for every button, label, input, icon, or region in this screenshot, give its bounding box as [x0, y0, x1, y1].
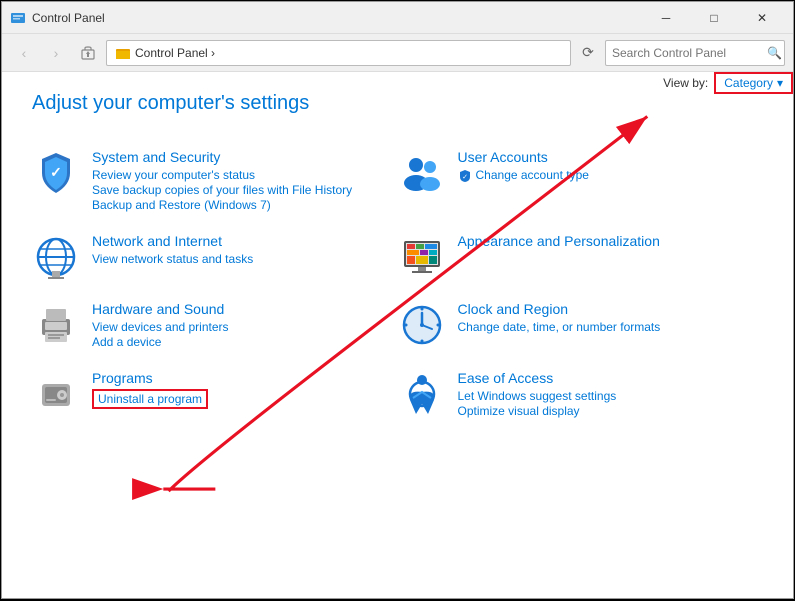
- category-hardware-sound: Hardware and Sound View devices and prin…: [32, 291, 398, 360]
- up-button[interactable]: [74, 39, 102, 67]
- programs-content: Programs Uninstall a program: [92, 370, 382, 410]
- category-network-internet: Network and Internet View network status…: [32, 223, 398, 291]
- programs-title[interactable]: Programs: [92, 370, 382, 386]
- appearance-content: Appearance and Personalization: [458, 233, 748, 252]
- change-account-type-link[interactable]: Change account type: [476, 168, 589, 182]
- view-by-dropdown[interactable]: Category ▾: [714, 72, 793, 94]
- review-computer-status-link[interactable]: Review your computer's status: [92, 168, 382, 182]
- network-content: Network and Internet View network status…: [92, 233, 382, 267]
- title-bar: Control Panel ─ □ ✕: [2, 2, 793, 34]
- programs-icon: [32, 370, 80, 418]
- main-content: View by: Category ▾ Adjust your computer…: [2, 72, 793, 598]
- search-box[interactable]: 🔍: [605, 40, 785, 66]
- category-user-accounts: User Accounts ✓ Change account type: [398, 139, 764, 223]
- search-icon[interactable]: 🔍: [767, 46, 782, 60]
- appearance-personalization-title[interactable]: Appearance and Personalization: [458, 233, 748, 249]
- hardware-sound-title[interactable]: Hardware and Sound: [92, 301, 382, 317]
- category-appearance: Appearance and Personalization: [398, 223, 764, 291]
- system-security-icon: ✓: [32, 149, 80, 197]
- search-input[interactable]: [612, 46, 767, 60]
- path-icon: [115, 45, 131, 61]
- svg-text:✓: ✓: [50, 164, 62, 180]
- clock-icon: [398, 301, 446, 349]
- path-text: Control Panel ›: [135, 46, 215, 60]
- ease-of-access-content: Ease of Access Let Windows suggest setti…: [458, 370, 748, 419]
- view-devices-link[interactable]: View devices and printers: [92, 320, 382, 334]
- let-windows-suggest-link[interactable]: Let Windows suggest settings: [458, 389, 748, 403]
- hardware-icon: [32, 301, 80, 349]
- close-button[interactable]: ✕: [739, 2, 785, 34]
- ease-of-access-title[interactable]: Ease of Access: [458, 370, 748, 386]
- main-window: Control Panel ─ □ ✕ ‹ ›: [1, 1, 794, 599]
- optimize-visual-display-link[interactable]: Optimize visual display: [458, 404, 748, 418]
- view-by-control: View by: Category ▾: [663, 72, 793, 94]
- svg-text:✓: ✓: [462, 174, 468, 181]
- category-ease-of-access: Ease of Access Let Windows suggest setti…: [398, 360, 764, 429]
- shield-small-icon: ✓: [458, 169, 472, 183]
- add-device-link[interactable]: Add a device: [92, 335, 382, 349]
- minimize-button[interactable]: ─: [643, 2, 689, 34]
- category-clock-region: Clock and Region Change date, time, or n…: [398, 291, 764, 360]
- view-network-status-link[interactable]: View network status and tasks: [92, 252, 382, 266]
- user-accounts-content: User Accounts ✓ Change account type: [458, 149, 748, 185]
- view-by-value: Category: [724, 76, 773, 90]
- user-accounts-title[interactable]: User Accounts: [458, 149, 748, 165]
- user-accounts-icon: [398, 149, 446, 197]
- save-backup-link[interactable]: Save backup copies of your files with Fi…: [92, 183, 382, 197]
- system-security-title[interactable]: System and Security: [92, 149, 382, 165]
- maximize-button[interactable]: □: [691, 2, 737, 34]
- uninstall-program-link[interactable]: Uninstall a program: [92, 389, 208, 409]
- refresh-button[interactable]: ⟳: [575, 40, 601, 66]
- forward-button[interactable]: ›: [42, 39, 70, 67]
- page-title: Adjust your computer's settings: [32, 92, 763, 115]
- address-bar: ‹ › Control Panel › ⟳ 🔍: [2, 34, 793, 72]
- window-icon: [10, 10, 26, 26]
- system-security-content: System and Security Review your computer…: [92, 149, 382, 213]
- network-internet-title[interactable]: Network and Internet: [92, 233, 382, 249]
- view-by-label: View by:: [663, 76, 708, 90]
- categories-grid: ✓ System and Security Review your comput…: [32, 139, 763, 429]
- appearance-icon: [398, 233, 446, 281]
- dropdown-arrow-icon: ▾: [777, 76, 783, 90]
- network-icon: [32, 233, 80, 281]
- category-programs: Programs Uninstall a program: [32, 360, 398, 429]
- window-controls: ─ □ ✕: [643, 2, 785, 34]
- clock-region-title[interactable]: Clock and Region: [458, 301, 748, 317]
- address-path[interactable]: Control Panel ›: [106, 40, 571, 66]
- clock-region-content: Clock and Region Change date, time, or n…: [458, 301, 748, 335]
- change-date-time-link[interactable]: Change date, time, or number formats: [458, 320, 748, 334]
- backup-restore-link[interactable]: Backup and Restore (Windows 7): [92, 198, 382, 212]
- ease-of-access-icon: [398, 370, 446, 418]
- window-title: Control Panel: [32, 11, 643, 25]
- hardware-content: Hardware and Sound View devices and prin…: [92, 301, 382, 350]
- category-system-security: ✓ System and Security Review your comput…: [32, 139, 398, 223]
- back-button[interactable]: ‹: [10, 39, 38, 67]
